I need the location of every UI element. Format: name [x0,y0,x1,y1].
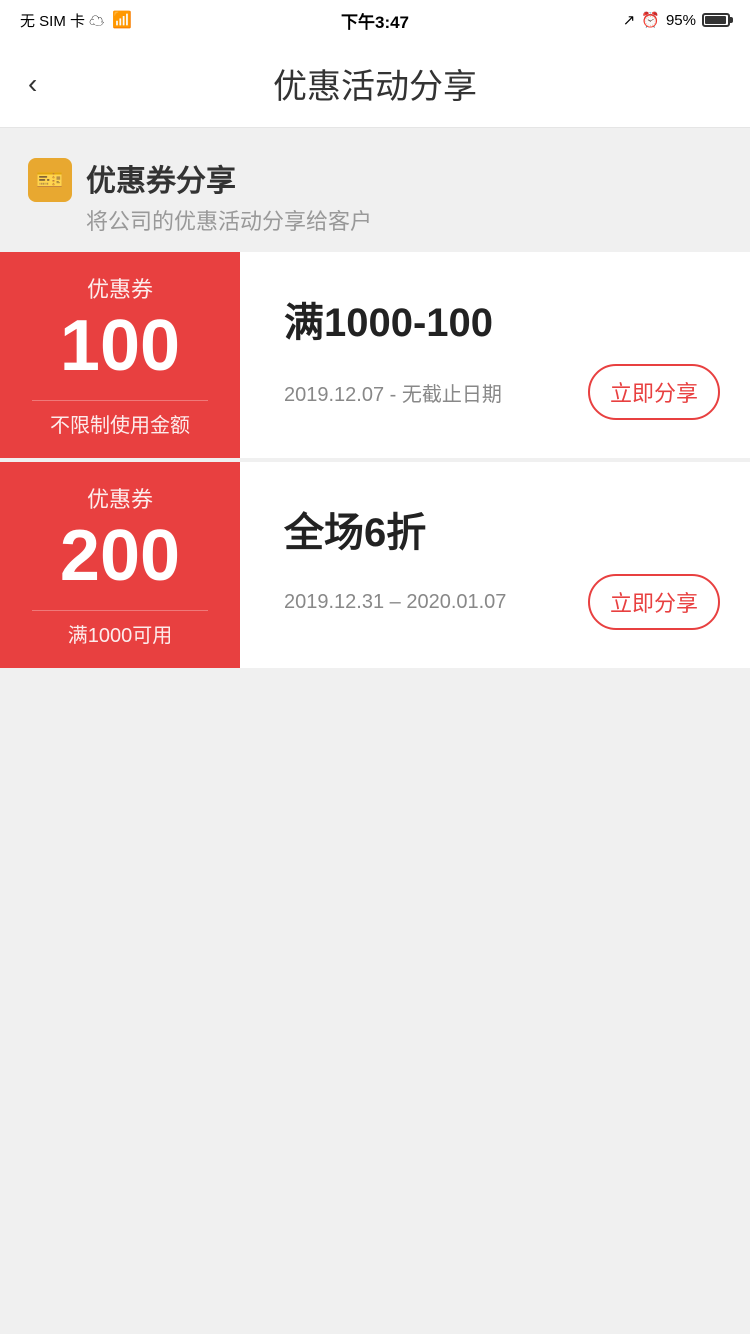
coupon-card-1: 优惠券 200 满1000可用 全场6折 2019.12.31 – 2020.0… [0,462,750,668]
share-button-0[interactable]: 立即分享 [588,364,720,420]
section-text: 优惠券分享 将公司的优惠活动分享给客户 [86,156,372,236]
status-right: ↗ ⏰ 95% [623,11,730,29]
coupon-condition-0: 不限制使用金额 [50,409,190,438]
coupon-date-row-1: 2019.12.31 – 2020.01.07 立即分享 [284,574,720,630]
coupon-left-0: 优惠券 100 不限制使用金额 [0,252,240,458]
location-icon: ↗ [623,11,636,29]
coupon-list: 优惠券 100 不限制使用金额 满1000-100 2019.12.07 - 无… [0,252,750,710]
coupon-amount-1: 200 [60,520,180,592]
coupon-name-1: 全场6折 [284,500,720,558]
coupon-right-0: 满1000-100 2019.12.07 - 无截止日期 立即分享 [240,252,750,458]
coupon-date-0: 2019.12.07 - 无截止日期 [284,378,502,407]
battery-percent: 95% [666,12,696,29]
page-title: 优惠活动分享 [273,59,477,108]
section-header: 🎫 优惠券分享 将公司的优惠活动分享给客户 [0,128,750,252]
bottom-area [0,710,750,1110]
coupon-left-1: 优惠券 200 满1000可用 [0,462,240,668]
back-button[interactable]: ‹ [28,70,37,98]
alarm-icon: ⏰ [641,11,660,29]
coupon-date-1: 2019.12.31 – 2020.01.07 [284,591,506,614]
section-title: 优惠券分享 [86,156,372,200]
section-subtitle: 将公司的优惠活动分享给客户 [86,204,372,236]
share-button-1[interactable]: 立即分享 [588,574,720,630]
status-bar: 无 SIM 卡 ☁ 📶 下午3:47 ↗ ⏰ 95% [0,0,750,40]
coupon-label-0: 优惠券 [87,272,153,304]
status-time: 下午3:47 [341,8,409,33]
status-left: 无 SIM 卡 ☁ 📶 [20,10,132,31]
coupon-name-0: 满1000-100 [284,290,720,348]
coupon-section-icon: 🎫 [28,158,72,202]
wifi-icon: 📶 [112,10,132,30]
no-sim-label: 无 SIM 卡 ☁ [20,10,104,31]
coupon-date-row-0: 2019.12.07 - 无截止日期 立即分享 [284,364,720,420]
coupon-amount-0: 100 [60,310,180,382]
coupon-condition-1: 满1000可用 [68,619,173,648]
nav-bar: ‹ 优惠活动分享 [0,40,750,128]
coupon-icon: 🎫 [36,167,63,193]
coupon-label-1: 优惠券 [87,482,153,514]
coupon-card-0: 优惠券 100 不限制使用金额 满1000-100 2019.12.07 - 无… [0,252,750,458]
battery-icon [702,13,730,27]
coupon-right-1: 全场6折 2019.12.31 – 2020.01.07 立即分享 [240,462,750,668]
